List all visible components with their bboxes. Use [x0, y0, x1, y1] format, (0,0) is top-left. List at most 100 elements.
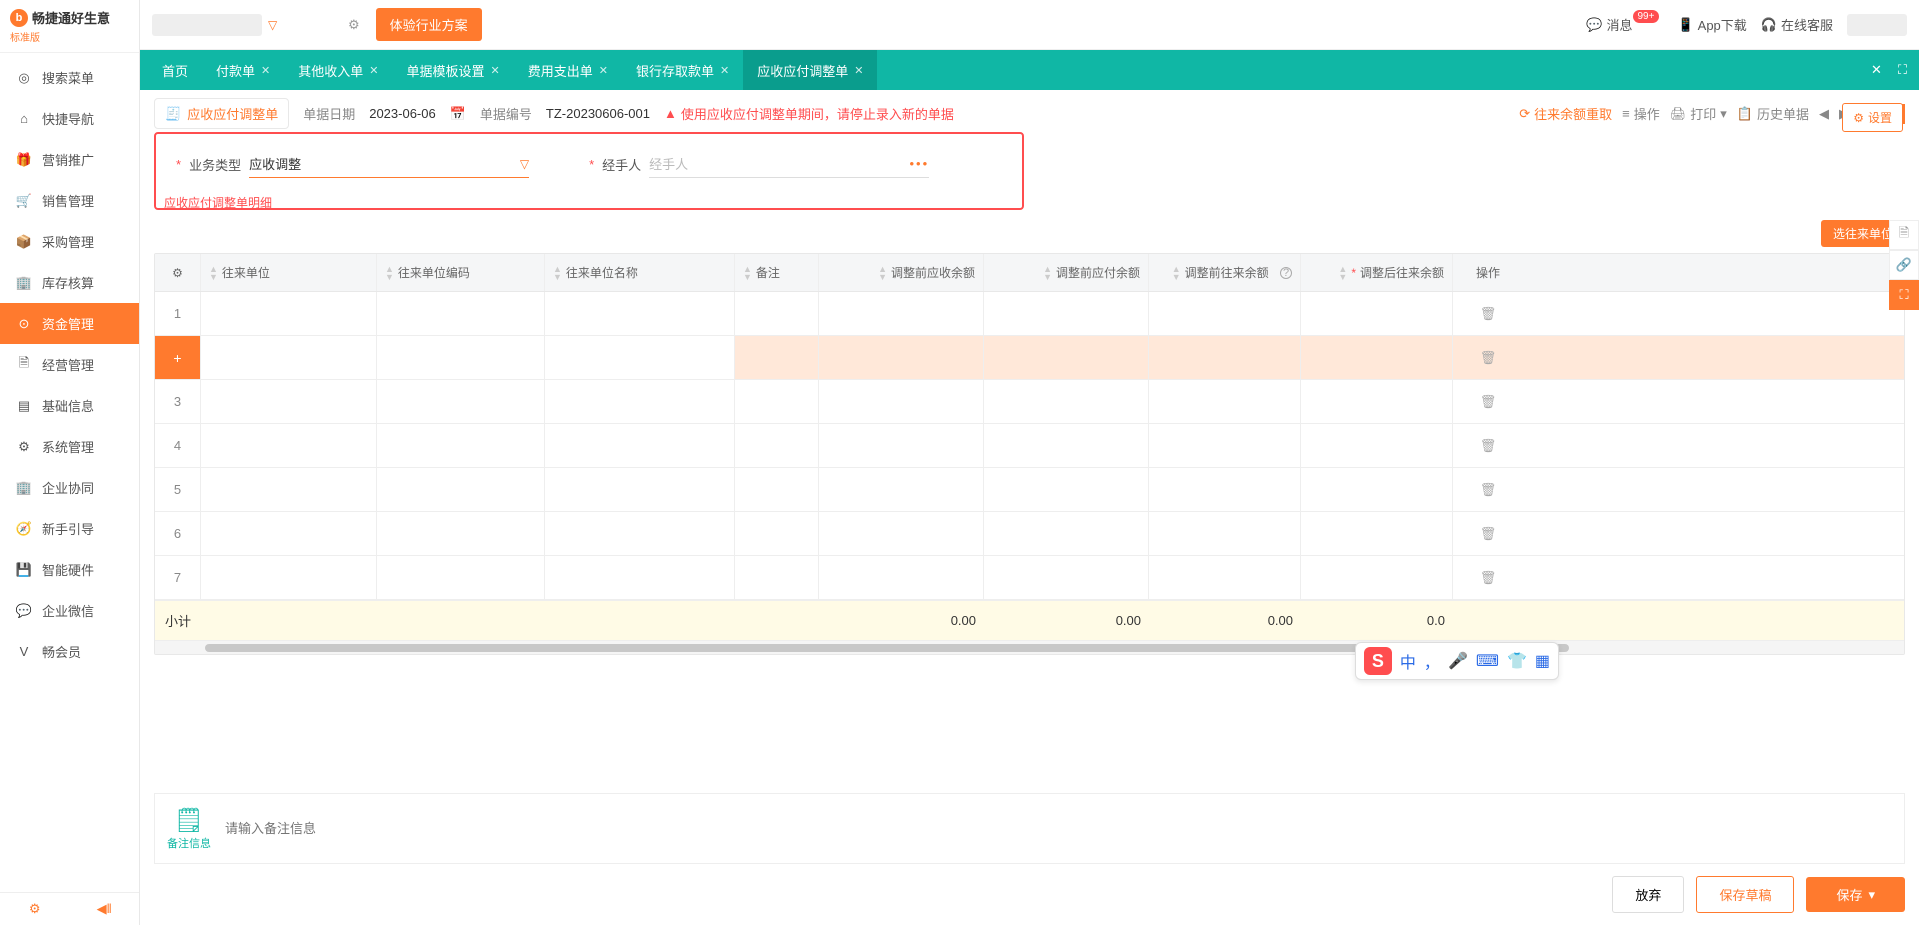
- phone-icon: 📱: [1677, 17, 1693, 33]
- ime-logo-icon: S: [1364, 647, 1392, 675]
- info-icon[interactable]: ?: [1280, 267, 1292, 279]
- mic-icon[interactable]: 🎤: [1448, 651, 1468, 671]
- right-float-tools: 🗎 🔗 ⛶: [1889, 220, 1919, 310]
- message-badge: 99+: [1633, 10, 1660, 23]
- ime-toolbar[interactable]: S 中 ， 🎤 ⌨ 👕 ▦: [1355, 642, 1559, 680]
- more-icon[interactable]: •••: [910, 156, 930, 171]
- settings-button[interactable]: ⚙ 设置: [1842, 103, 1903, 132]
- tool-expand-icon[interactable]: ⛶: [1889, 280, 1919, 310]
- table-row[interactable]: 6🗑: [155, 512, 1904, 556]
- col-code[interactable]: ▲▼往来单位编码: [377, 254, 545, 291]
- table-row[interactable]: 1🗑: [155, 292, 1904, 336]
- note-icon: 🗒: [167, 806, 211, 835]
- biz-type-select[interactable]: 应收调整 ▽: [249, 150, 529, 178]
- subtotal-label: 小计: [155, 601, 201, 640]
- sidebar-footer: ⚙ ◀‖: [0, 892, 139, 925]
- nav-icon: 🎁: [16, 152, 32, 168]
- nav-item-5[interactable]: 🏢库存核算: [0, 262, 139, 303]
- col-pre-bal[interactable]: ▲▼调整前往来余额 ?: [1149, 254, 1301, 291]
- table-row[interactable]: 3🗑: [155, 380, 1904, 424]
- col-op: 操作: [1453, 254, 1523, 291]
- nav-icon: 🛒: [16, 193, 32, 209]
- topbar: ▽ ⚙ 体验行业方案 💬 消息 99+ 📱 App下载 🎧 在线客服: [140, 0, 1919, 50]
- delete-row-icon[interactable]: 🗑: [1480, 306, 1497, 322]
- nav-icon: V: [16, 644, 32, 660]
- nav-item-4[interactable]: 📦采购管理: [0, 221, 139, 262]
- nav-item-12[interactable]: 💾智能硬件: [0, 549, 139, 590]
- nav-item-10[interactable]: 🏢企业协同: [0, 467, 139, 508]
- add-row-icon[interactable]: +: [168, 348, 188, 368]
- tab-6[interactable]: 应收应付调整单✕: [743, 50, 877, 90]
- tab-3[interactable]: 单据模板设置✕: [392, 50, 513, 90]
- delete-row-icon[interactable]: 🗑: [1480, 482, 1497, 498]
- close-icon[interactable]: ✕: [491, 64, 500, 77]
- tool-notes-icon[interactable]: 🗎: [1889, 220, 1919, 250]
- grid-icon[interactable]: ▦: [1535, 651, 1550, 671]
- tab-4[interactable]: 费用支出单✕: [514, 50, 622, 90]
- col-pre-recv[interactable]: ▲▼调整前应收余额: [819, 254, 984, 291]
- gear-icon[interactable]: ⚙: [342, 17, 366, 33]
- table-row[interactable]: +🗑: [155, 336, 1904, 380]
- nav-item-13[interactable]: 💬企业微信: [0, 590, 139, 631]
- footer-actions: 放弃 保存草稿 保存 ▾: [140, 864, 1919, 925]
- nav-icon: ⌂: [16, 111, 32, 127]
- keyboard-icon[interactable]: ⌨: [1476, 651, 1499, 671]
- app-download-link[interactable]: 📱 App下载: [1677, 15, 1746, 34]
- close-icon[interactable]: ✕: [720, 64, 729, 77]
- delete-row-icon[interactable]: 🗑: [1480, 570, 1497, 586]
- logo-area: b 畅捷通好生意 标准版: [0, 0, 139, 53]
- nav-item-2[interactable]: 🎁营销推广: [0, 139, 139, 180]
- close-icon[interactable]: ✕: [261, 64, 270, 77]
- col-name[interactable]: ▲▼往来单位名称: [545, 254, 735, 291]
- table-row[interactable]: 4🗑: [155, 424, 1904, 468]
- nav-item-6[interactable]: ⊙资金管理: [0, 303, 139, 344]
- table-row[interactable]: 5🗑: [155, 468, 1904, 512]
- nav-item-3[interactable]: 🛒销售管理: [0, 180, 139, 221]
- messages-link[interactable]: 💬 消息 99+: [1586, 15, 1663, 34]
- save-draft-button[interactable]: 保存草稿: [1696, 876, 1794, 913]
- delete-row-icon[interactable]: 🗑: [1480, 526, 1497, 542]
- tab-5[interactable]: 银行存取款单✕: [622, 50, 743, 90]
- detail-grid: ⚙ ▲▼往来单位 ▲▼往来单位编码 ▲▼往来单位名称 ▲▼备注 ▲▼调整前应收余…: [154, 253, 1905, 655]
- subtotal-post-bal: 0.0: [1301, 601, 1453, 640]
- nav-item-14[interactable]: V畅会员: [0, 631, 139, 672]
- close-icon[interactable]: ✕: [599, 64, 608, 77]
- tab-2[interactable]: 其他收入单✕: [284, 50, 392, 90]
- tab-1[interactable]: 付款单✕: [202, 50, 284, 90]
- delete-row-icon[interactable]: 🗑: [1480, 438, 1497, 454]
- close-icon[interactable]: ✕: [854, 64, 863, 77]
- nav-item-0[interactable]: ◎搜索菜单: [0, 57, 139, 98]
- col-unit[interactable]: ▲▼往来单位: [201, 254, 377, 291]
- nav-item-9[interactable]: ⚙系统管理: [0, 426, 139, 467]
- close-tab-icon[interactable]: ✕: [1867, 58, 1886, 82]
- tool-attach-icon[interactable]: 🔗: [1889, 250, 1919, 280]
- delete-row-icon[interactable]: 🗑: [1480, 394, 1497, 410]
- nav-icon: 🧭: [16, 521, 32, 537]
- agent-input[interactable]: 经手人 •••: [649, 150, 929, 178]
- col-pre-pay[interactable]: ▲▼调整前应付余额: [984, 254, 1149, 291]
- col-post-bal[interactable]: ▲▼*调整后往来余额: [1301, 254, 1453, 291]
- horizontal-scrollbar[interactable]: [155, 640, 1904, 654]
- tab-0[interactable]: 首页: [148, 50, 202, 90]
- nav-item-11[interactable]: 🧭新手引导: [0, 508, 139, 549]
- shirt-icon[interactable]: 👕: [1507, 651, 1527, 671]
- nav-item-8[interactable]: ▤基础信息: [0, 385, 139, 426]
- try-industry-button[interactable]: 体验行业方案: [376, 8, 482, 41]
- online-service-link[interactable]: 🎧 在线客服: [1761, 15, 1833, 34]
- settings-column-icon[interactable]: ⚙: [155, 254, 201, 291]
- nav-item-1[interactable]: ⌂快捷导航: [0, 98, 139, 139]
- delete-row-icon[interactable]: 🗑: [1480, 350, 1497, 366]
- cancel-button[interactable]: 放弃: [1612, 876, 1684, 913]
- save-button[interactable]: 保存 ▾: [1806, 877, 1905, 912]
- sidebar-collapse-icon[interactable]: ◀‖: [70, 893, 140, 925]
- close-icon[interactable]: ✕: [369, 64, 378, 77]
- table-row[interactable]: 7🗑: [155, 556, 1904, 600]
- org-selector[interactable]: ▽: [152, 14, 332, 36]
- biz-type-label: 业务类型: [189, 155, 241, 174]
- sidebar-settings-icon[interactable]: ⚙: [0, 893, 70, 925]
- nav-item-7[interactable]: 🗎经营管理: [0, 344, 139, 385]
- remark-input[interactable]: [225, 821, 1892, 836]
- avatar[interactable]: [1847, 14, 1907, 36]
- col-remark[interactable]: ▲▼备注: [735, 254, 819, 291]
- expand-icon[interactable]: ⛶: [1894, 58, 1911, 82]
